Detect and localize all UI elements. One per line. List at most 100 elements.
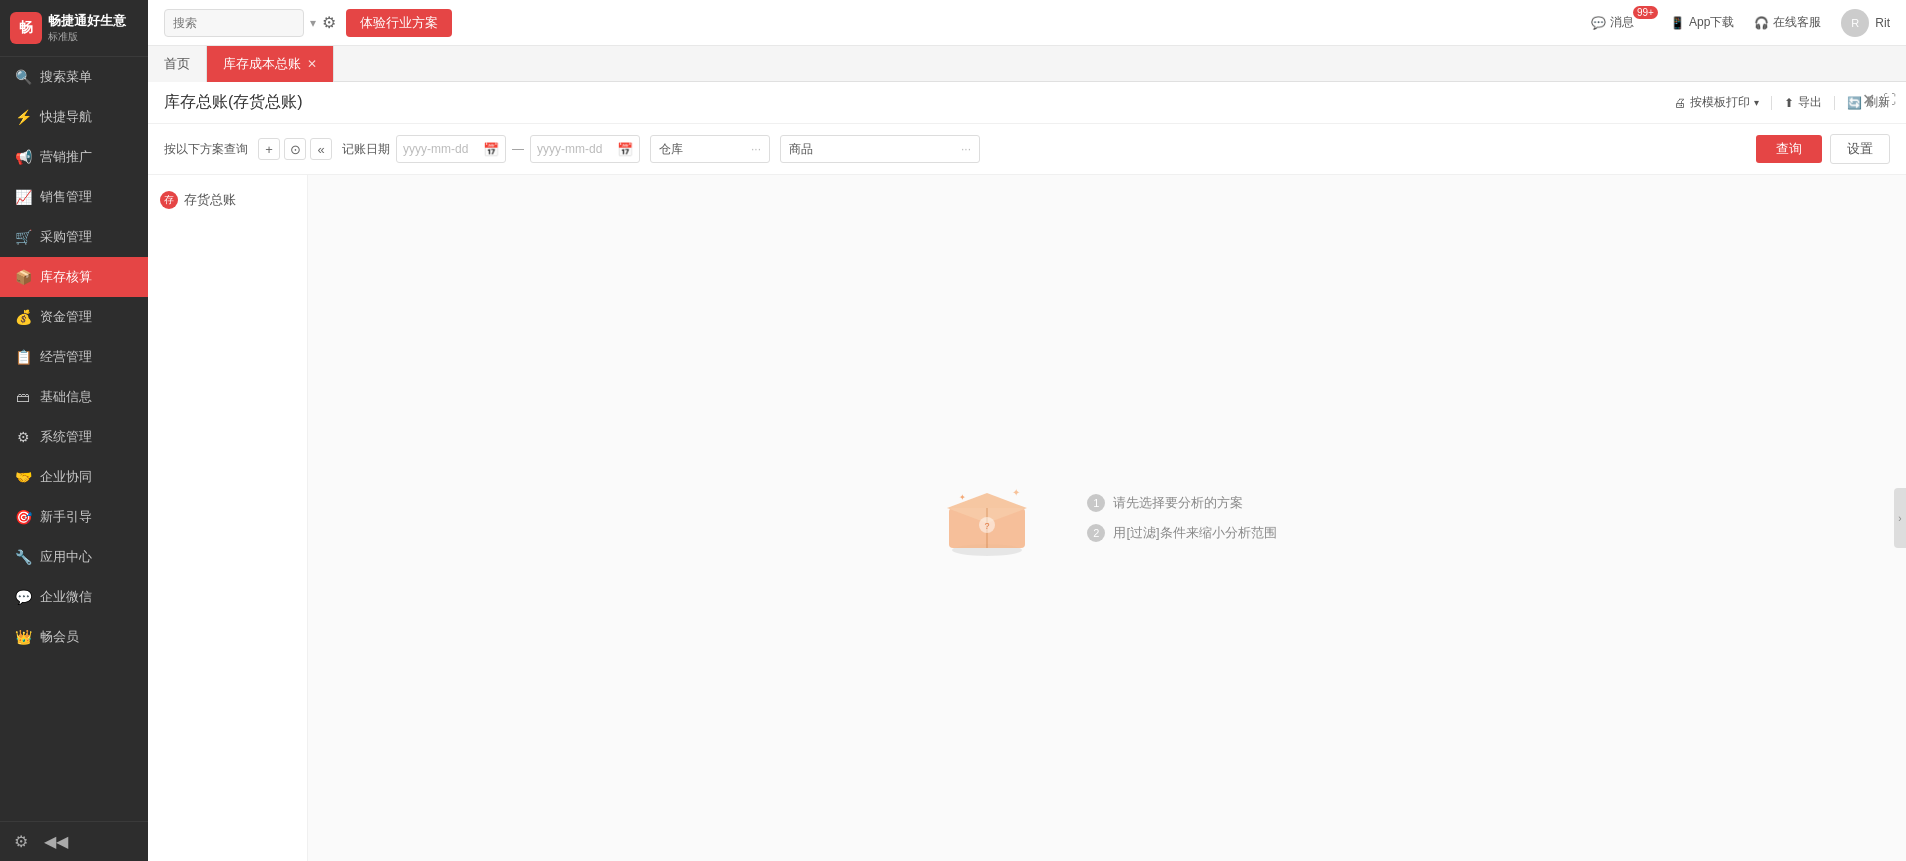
scheme-manage-btn[interactable]: ⊙: [284, 138, 306, 160]
sidebar-item-marketing[interactable]: 📢 营销推广: [0, 137, 148, 177]
export-icon: ⬆: [1784, 96, 1794, 110]
filter-product-group: 商品 ···: [780, 135, 980, 163]
settings-bottom-icon[interactable]: ⚙: [14, 832, 28, 851]
filter-date-start[interactable]: yyyy-mm-dd 📅: [396, 135, 506, 163]
filter-bar: 按以下方案查询 + ⊙ « 记账日期 yyyy-mm-dd 📅 — yyyy-m…: [148, 124, 1906, 175]
empty-icon-area: ? ✦ ✦: [937, 468, 1057, 568]
wecom-icon: 💬: [14, 588, 32, 606]
topbar-search-input[interactable]: [164, 9, 304, 37]
topbar-chevron-icon[interactable]: ▾: [310, 16, 316, 30]
sidebar-item-shortcut[interactable]: ⚡ 快捷导航: [0, 97, 148, 137]
sidebar-item-funds[interactable]: 💰 资金管理: [0, 297, 148, 337]
svg-text:✦: ✦: [959, 493, 966, 502]
print-icon: 🖨: [1674, 96, 1686, 110]
collab-icon: 🤝: [14, 468, 32, 486]
product-more-icon: ···: [961, 142, 971, 156]
topbar-right: 💬 消息 99+ 📱 App下载 🎧 在线客服 R Rit: [1591, 9, 1890, 37]
sidebar-item-member[interactable]: 👑 畅会员: [0, 617, 148, 657]
left-panel: 存 存货总账: [148, 175, 308, 861]
tab-home[interactable]: 首页: [148, 46, 207, 82]
message-icon: 💬: [1591, 16, 1606, 30]
left-panel-item-inventory[interactable]: 存 存货总账: [148, 183, 307, 217]
sidebar-item-collab[interactable]: 🤝 企业协同: [0, 457, 148, 497]
sidebar-item-system[interactable]: ⚙ 系统管理: [0, 417, 148, 457]
topbar-search-area: ▾ ⚙: [164, 9, 336, 37]
product-label: 商品: [789, 141, 813, 158]
phone-icon: 📱: [1670, 16, 1685, 30]
collapse-bottom-icon[interactable]: ◀◀: [44, 832, 68, 851]
content-body: 存 存货总账: [148, 175, 1906, 861]
shortcut-icon: ⚡: [14, 108, 32, 126]
filter-scheme-label: 按以下方案查询: [164, 141, 248, 158]
scheme-add-btn[interactable]: +: [258, 138, 280, 160]
filter-warehouse-select[interactable]: 仓库 ···: [650, 135, 770, 163]
toggle-arrow-icon: ›: [1898, 513, 1901, 524]
sidebar-item-newbie[interactable]: 🎯 新手引导: [0, 497, 148, 537]
warehouse-more-icon: ···: [751, 142, 761, 156]
calendar-end-icon[interactable]: 📅: [617, 142, 633, 157]
home-tab-label: 首页: [164, 55, 190, 73]
divider-2: [1834, 96, 1835, 110]
empty-tip-2: 2 用[过滤]条件来缩小分析范围: [1087, 524, 1276, 542]
search-icon: 🔍: [14, 68, 32, 86]
print-btn[interactable]: 🖨 按模板打印 ▾: [1674, 94, 1759, 111]
sidebar: 畅 畅捷通好生意 标准版 🔍 搜索菜单 ⚡ 快捷导航 📢 营销推广 📈 销售管理…: [0, 0, 148, 861]
sidebar-item-basic[interactable]: 🗃 基础信息: [0, 377, 148, 417]
inventory-icon: 📦: [14, 268, 32, 286]
app-logo-icon: 畅: [10, 12, 42, 44]
newbie-icon: 🎯: [14, 508, 32, 526]
filter-date-end[interactable]: yyyy-mm-dd 📅: [530, 135, 640, 163]
inventory-panel-label: 存货总账: [184, 191, 236, 209]
system-icon: ⚙: [14, 428, 32, 446]
svg-text:?: ?: [985, 521, 990, 531]
user-avatar: R: [1841, 9, 1869, 37]
sidebar-item-inventory[interactable]: 📦 库存核算: [0, 257, 148, 297]
topbar-app-download[interactable]: 📱 App下载: [1670, 14, 1734, 31]
filter-product-select[interactable]: 商品 ···: [780, 135, 980, 163]
sidebar-item-purchase[interactable]: 🛒 采购管理: [0, 217, 148, 257]
sales-icon: 📈: [14, 188, 32, 206]
svg-text:✦: ✦: [1012, 487, 1020, 498]
export-btn[interactable]: ⬆ 导出: [1784, 94, 1822, 111]
right-sidebar-toggle[interactable]: ›: [1894, 488, 1906, 548]
empty-box-illustration: ? ✦ ✦: [937, 468, 1037, 558]
sidebar-item-operations[interactable]: 📋 经营管理: [0, 337, 148, 377]
operations-icon: 📋: [14, 348, 32, 366]
page-title: 库存总账(存货总账): [164, 92, 303, 113]
page-content: 库存总账(存货总账) 🖨 按模板打印 ▾ ⬆ 导出 🔄 刷新: [148, 82, 1906, 861]
topbar-gear-icon[interactable]: ⚙: [322, 13, 336, 32]
marketing-icon: 📢: [14, 148, 32, 166]
headset-icon: 🎧: [1754, 16, 1769, 30]
print-chevron-icon: ▾: [1754, 97, 1759, 108]
page-close-btn[interactable]: ✕: [1862, 90, 1875, 109]
sidebar-logo: 畅 畅捷通好生意 标准版: [0, 0, 148, 57]
topbar-online-service[interactable]: 🎧 在线客服: [1754, 14, 1821, 31]
topbar-user-area[interactable]: R Rit: [1841, 9, 1890, 37]
tab-inventory-ledger[interactable]: 库存成本总账 ✕: [207, 46, 334, 82]
page-expand-btn[interactable]: ⛶: [1883, 92, 1896, 107]
setting-btn[interactable]: 设置: [1830, 134, 1890, 164]
right-panel: ? ✦ ✦ 1 请先选择要分析的方案 2 用[过滤]: [308, 175, 1906, 861]
empty-tips: 1 请先选择要分析的方案 2 用[过滤]条件来缩小分析范围: [1087, 494, 1276, 542]
appstore-icon: 🔧: [14, 548, 32, 566]
scheme-collapse-btn[interactable]: «: [310, 138, 332, 160]
topbar-message[interactable]: 💬 消息 99+: [1591, 14, 1650, 31]
sidebar-item-sales[interactable]: 📈 销售管理: [0, 177, 148, 217]
topbar-username: Rit: [1875, 16, 1890, 30]
divider-1: [1771, 96, 1772, 110]
filter-scheme-actions: + ⊙ «: [258, 138, 332, 160]
basic-icon: 🗃: [14, 388, 32, 406]
sidebar-item-search[interactable]: 🔍 搜索菜单: [0, 57, 148, 97]
sidebar-item-appstore[interactable]: 🔧 应用中心: [0, 537, 148, 577]
industry-btn[interactable]: 体验行业方案: [346, 9, 452, 37]
purchase-icon: 🛒: [14, 228, 32, 246]
calendar-start-icon[interactable]: 📅: [483, 142, 499, 157]
inventory-ledger-tab-label: 库存成本总账: [223, 55, 301, 73]
tip-num-1: 1: [1087, 494, 1105, 512]
filter-actions: 查询 设置: [1756, 134, 1890, 164]
tab-close-icon[interactable]: ✕: [307, 57, 317, 71]
query-btn[interactable]: 查询: [1756, 135, 1822, 163]
page-close-area: ✕ ⛶: [1852, 82, 1906, 117]
topbar: ▾ ⚙ 体验行业方案 💬 消息 99+ 📱 App下载 🎧 在线客服 R Rit: [148, 0, 1906, 46]
sidebar-item-wecom[interactable]: 💬 企业微信: [0, 577, 148, 617]
